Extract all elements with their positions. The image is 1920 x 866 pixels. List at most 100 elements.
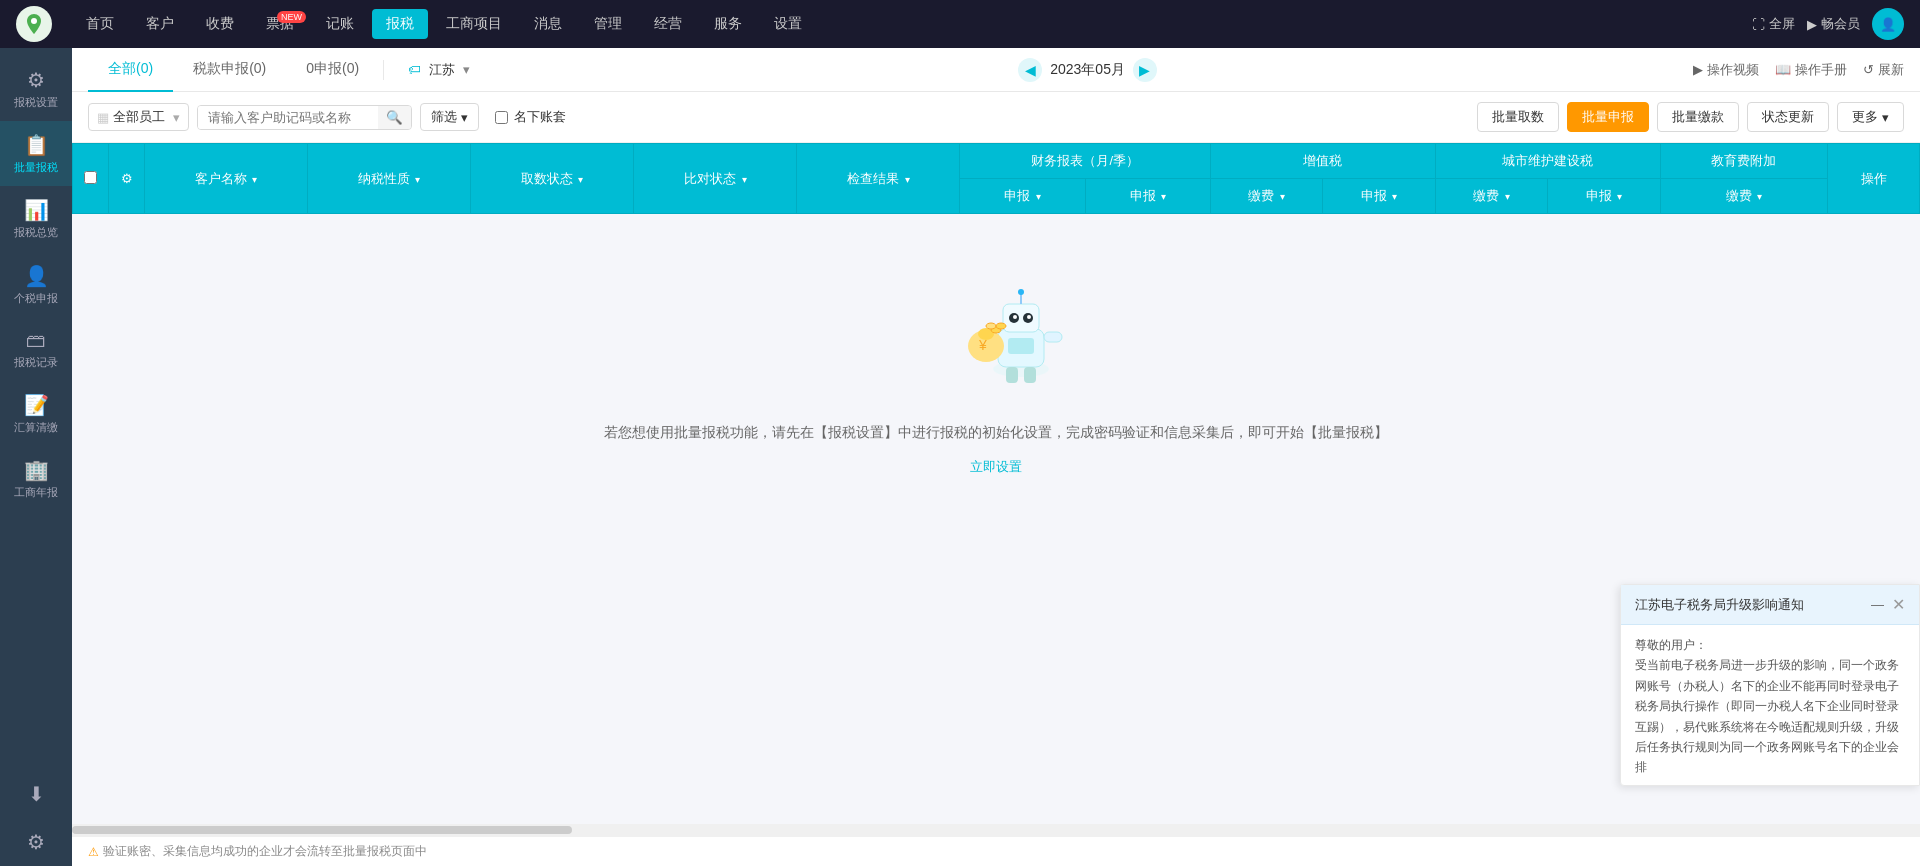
employee-select-label: 全部员工	[113, 108, 165, 126]
app-logo[interactable]	[16, 6, 52, 42]
setup-link[interactable]: 立即设置	[970, 459, 1022, 474]
account-checkbox-input[interactable]	[495, 111, 508, 124]
city-maintenance-header: 城市维护建设税	[1435, 144, 1660, 179]
vat-declare-label: 申报	[1130, 188, 1156, 203]
region-selector[interactable]: 🏷 江苏 ▾	[396, 61, 482, 79]
sidebar-item-batch-tax[interactable]: 📋 批量报税	[0, 121, 72, 186]
fullscreen-button[interactable]: ⛶ 全屏	[1752, 15, 1795, 33]
compare-status-header: 比对状态 ▾	[634, 144, 797, 214]
select-all-checkbox[interactable]	[84, 171, 97, 184]
empty-text: 若您想使用批量报税功能，请先在【报税设置】中进行报税的初始化设置，完成密码验证和…	[604, 418, 1388, 446]
nav-management[interactable]: 管理	[580, 9, 636, 39]
fullscreen-label: 全屏	[1769, 15, 1795, 33]
sidebar-item-tax-records[interactable]: 🗃 报税记录	[0, 317, 72, 381]
filter-button[interactable]: 筛选 ▾	[420, 103, 479, 131]
customer-name-filter-icon[interactable]: ▾	[252, 174, 257, 185]
check-result-label: 检查结果	[847, 171, 899, 186]
empty-illustration: ¥	[936, 274, 1056, 394]
notification-minimize-icon[interactable]: —	[1871, 597, 1884, 612]
tax-nature-filter-icon[interactable]: ▾	[415, 174, 420, 185]
next-month-button[interactable]: ▶	[1133, 58, 1157, 82]
batch-fetch-button[interactable]: 批量取数	[1477, 102, 1559, 132]
filter-chevron-icon: ▾	[461, 110, 468, 125]
sidebar-item-clearance[interactable]: 📝 汇算清缴	[0, 381, 72, 446]
svg-point-6	[1013, 315, 1017, 319]
prev-month-button[interactable]: ◀	[1018, 58, 1042, 82]
more-button[interactable]: 更多 ▾	[1837, 102, 1904, 132]
manual-button[interactable]: 📖 操作手册	[1775, 61, 1847, 79]
check-result-filter-icon[interactable]: ▾	[905, 174, 910, 185]
status-update-button[interactable]: 状态更新	[1747, 102, 1829, 132]
nav-fee[interactable]: 收费	[192, 9, 248, 39]
nav-service[interactable]: 服务	[700, 9, 756, 39]
sidebar-tax-records-label: 报税记录	[14, 356, 58, 369]
fetch-status-filter-icon[interactable]: ▾	[578, 174, 583, 185]
horizontal-scrollbar[interactable]	[72, 824, 1920, 836]
batch-pay-button[interactable]: 批量缴款	[1657, 102, 1739, 132]
tab-zero-declaration[interactable]: 0申报(0)	[286, 48, 379, 92]
sidebar-item-settings[interactable]: ⚙	[0, 818, 72, 866]
svg-point-0	[31, 18, 37, 24]
sidebar-item-download[interactable]: ⬇	[0, 770, 72, 818]
settings-icon: ⚙	[27, 830, 45, 854]
compare-status-filter-icon[interactable]: ▾	[742, 174, 747, 185]
sidebar: ⚙ 报税设置 📋 批量报税 📊 报税总览 👤 个税申报 🗃 报税记录 📝 汇算清…	[0, 48, 72, 866]
clearance-icon: 📝	[24, 393, 49, 417]
financial-declare-filter-icon[interactable]: ▾	[1036, 191, 1041, 202]
filter-label: 筛选	[431, 108, 457, 126]
user-avatar[interactable]: 👤	[1872, 8, 1904, 40]
city-declare-filter-icon[interactable]: ▾	[1392, 191, 1397, 202]
edu-declare-label: 申报	[1586, 188, 1612, 203]
city-pay-filter-icon[interactable]: ▾	[1505, 191, 1510, 202]
nav-bookkeeping[interactable]: 记账	[312, 9, 368, 39]
refresh-button[interactable]: ↺ 展新	[1863, 61, 1904, 79]
select-all-header[interactable]	[73, 144, 109, 214]
svg-point-19	[986, 323, 996, 329]
annual-report-icon: 🏢	[24, 458, 49, 482]
nav-tax[interactable]: 报税	[372, 9, 428, 39]
sidebar-item-tax-overview[interactable]: 📊 报税总览	[0, 186, 72, 251]
employee-selector[interactable]: ▦ 全部员工 ▾	[88, 103, 189, 131]
account-checkbox-label: 名下账套	[514, 108, 566, 126]
nav-home[interactable]: 首页	[72, 9, 128, 39]
nav-invoice[interactable]: 票据 NEW	[252, 9, 308, 39]
notification-header: 江苏电子税务局升级影响通知 — ✕	[1621, 585, 1919, 625]
search-box[interactable]: 🔍	[197, 105, 412, 130]
notification-title: 江苏电子税务局升级影响通知	[1635, 596, 1804, 614]
vat-pay-filter-icon[interactable]: ▾	[1280, 191, 1285, 202]
member-button[interactable]: ▶ 畅会员	[1807, 15, 1860, 33]
notification-close-button[interactable]: ✕	[1892, 595, 1905, 614]
vat-pay-label: 缴费	[1248, 188, 1274, 203]
vat-header: 增值税	[1211, 144, 1436, 179]
tab-tax-declaration[interactable]: 税款申报(0)	[173, 48, 286, 92]
svg-rect-11	[1044, 332, 1062, 342]
nav-message[interactable]: 消息	[520, 9, 576, 39]
batch-declare-button[interactable]: 批量申报	[1567, 102, 1649, 132]
nav-business[interactable]: 工商项目	[432, 9, 516, 39]
sidebar-item-personal-tax[interactable]: 👤 个税申报	[0, 252, 72, 317]
nav-customer[interactable]: 客户	[132, 9, 188, 39]
sidebar-item-tax-settings[interactable]: ⚙ 报税设置	[0, 56, 72, 121]
member-label: 畅会员	[1821, 15, 1860, 33]
video-button[interactable]: ▶ 操作视频	[1693, 61, 1759, 79]
edu-declare-filter-icon[interactable]: ▾	[1617, 191, 1622, 202]
notification-content: 尊敬的用户：受当前电子税务局进一步升级的影响，同一个政务网账号（办税人）名下的企…	[1635, 638, 1899, 774]
financial-declare-header: 申报 ▾	[960, 179, 1085, 214]
scrollbar-thumb[interactable]	[72, 826, 572, 834]
vat-declare-filter-icon[interactable]: ▾	[1161, 191, 1166, 202]
nav-operation[interactable]: 经营	[640, 9, 696, 39]
nav-right-area: ⛶ 全屏 ▶ 畅会员 👤	[1752, 8, 1904, 40]
search-input[interactable]	[198, 106, 378, 129]
sidebar-item-annual-report[interactable]: 🏢 工商年报	[0, 446, 72, 511]
vat-label: 增值税	[1303, 153, 1342, 168]
search-button[interactable]: 🔍	[378, 106, 411, 129]
avatar-icon: 👤	[1880, 17, 1896, 32]
edu-pay-filter-icon[interactable]: ▾	[1757, 191, 1762, 202]
notification-body: 尊敬的用户：受当前电子税务局进一步升级的影响，同一个政务网账号（办税人）名下的企…	[1621, 625, 1919, 785]
account-checkbox[interactable]: 名下账套	[495, 108, 566, 126]
sidebar-tax-overview-label: 报税总览	[14, 226, 58, 239]
tab-all[interactable]: 全部(0)	[88, 48, 173, 92]
more-label: 更多	[1852, 108, 1878, 126]
settings-column-header[interactable]: ⚙	[109, 144, 145, 214]
nav-settings[interactable]: 设置	[760, 9, 816, 39]
